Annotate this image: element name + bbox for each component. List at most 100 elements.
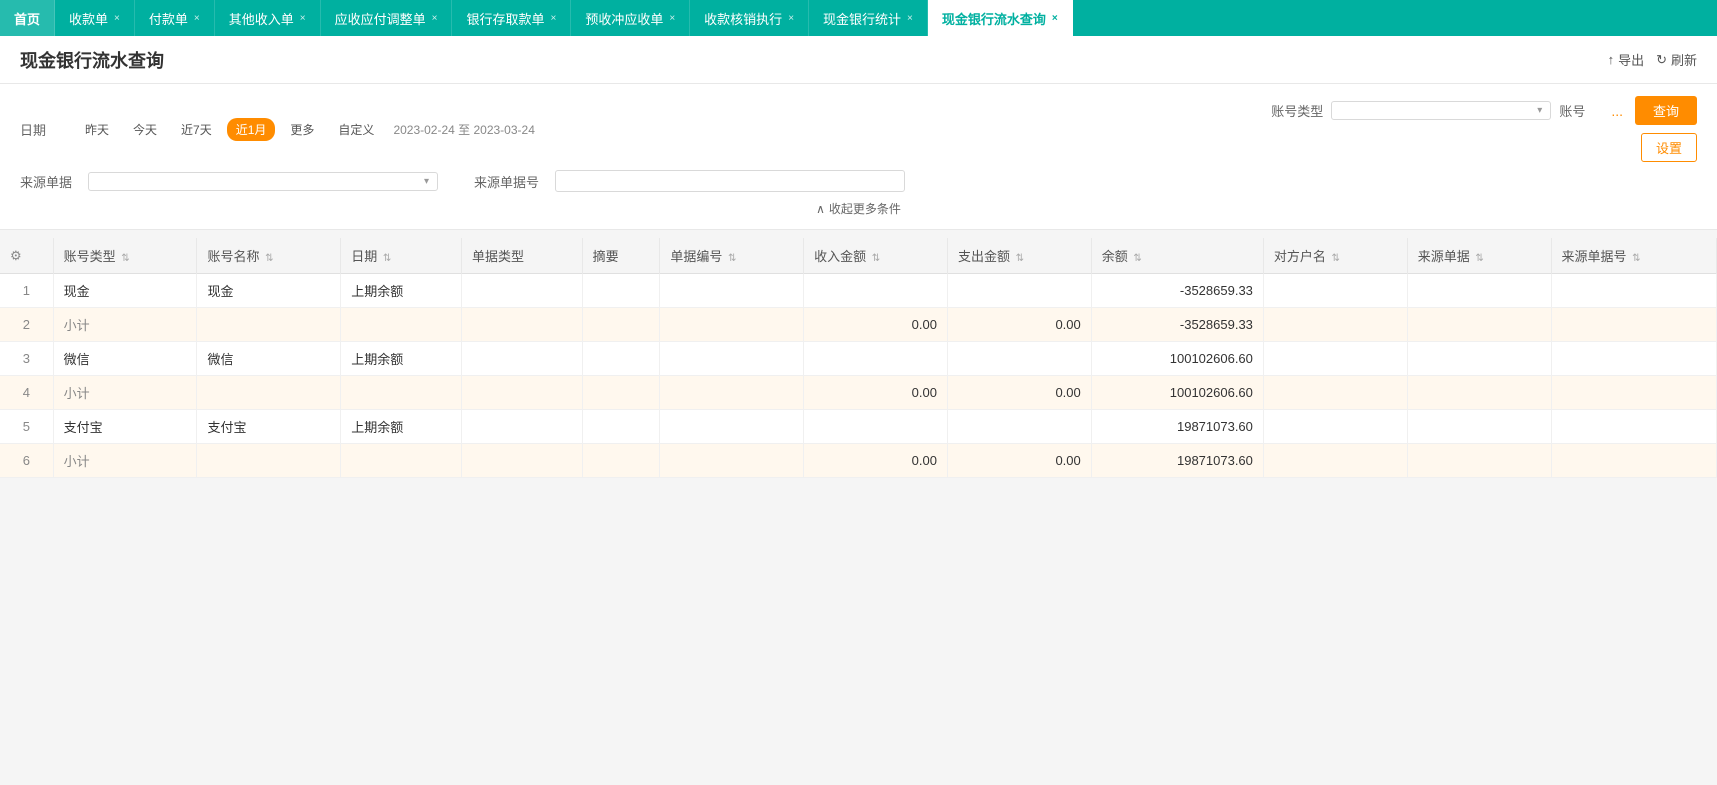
nav-close-prepay[interactable]: ×	[669, 13, 675, 24]
account-label: 账号	[1559, 101, 1599, 120]
nav-item-stats[interactable]: 现金银行统计 ×	[809, 0, 928, 36]
cell-balance: 100102606.60	[1091, 376, 1263, 410]
date-btn-yesterday[interactable]: 昨天	[76, 118, 118, 141]
nav-close-payment[interactable]: ×	[194, 13, 200, 24]
cell-doc_no	[660, 342, 804, 376]
cell-source_doc_no	[1551, 410, 1716, 444]
nav-item-verify[interactable]: 收款核销执行 ×	[690, 0, 809, 36]
source-doc-select[interactable]: ▾	[88, 172, 438, 191]
date-btn-7days[interactable]: 近7天	[172, 118, 221, 141]
table-row: 6小计0.000.0019871073.60	[0, 444, 1717, 478]
cell-account_name	[197, 308, 341, 342]
cell-row_num: 5	[0, 410, 53, 444]
th-source-doc[interactable]: 来源单据 ⇅	[1407, 238, 1551, 274]
th-balance[interactable]: 余额 ⇅	[1091, 238, 1263, 274]
cell-balance: 100102606.60	[1091, 342, 1263, 376]
account-ellipsis-button[interactable]: ...	[1607, 103, 1627, 119]
th-account-name[interactable]: 账号名称 ⇅	[197, 238, 341, 274]
filter-row-source: 来源单据 ▾ 来源单据号	[20, 170, 1697, 192]
cell-expense: 0.00	[947, 308, 1091, 342]
nav-item-other-income[interactable]: 其他收入单 ×	[215, 0, 321, 36]
date-range-display: 2023-02-24 至 2023-03-24	[393, 121, 534, 138]
cell-account_type: 小计	[53, 308, 197, 342]
cell-source_doc	[1407, 274, 1551, 308]
th-doc-no[interactable]: 单据编号 ⇅	[660, 238, 804, 274]
cell-account_name: 微信	[197, 342, 341, 376]
cell-expense: 0.00	[947, 376, 1091, 410]
source-doc-no-label: 来源单据号	[474, 172, 539, 191]
nav-close-bank-deposit[interactable]: ×	[550, 13, 556, 24]
nav-close-stats[interactable]: ×	[907, 13, 913, 24]
nav-home[interactable]: 首页	[0, 0, 55, 36]
cell-summary	[582, 444, 660, 478]
source-doc-no-input[interactable]	[555, 170, 905, 192]
page-header: 现金银行流水查询 ↑ 导出 ↻ 刷新	[0, 36, 1717, 84]
query-button[interactable]: 查询	[1635, 96, 1697, 125]
cell-income: 0.00	[804, 444, 948, 478]
th-source-doc-no[interactable]: 来源单据号 ⇅	[1551, 238, 1716, 274]
th-expense[interactable]: 支出金额 ⇅	[947, 238, 1091, 274]
th-summary[interactable]: 摘要	[582, 238, 660, 274]
export-icon: ↑	[1608, 52, 1615, 67]
date-btn-custom[interactable]: 自定义	[329, 118, 383, 141]
cell-source_doc	[1407, 308, 1551, 342]
cell-doc_no	[660, 410, 804, 444]
cell-doc_type	[461, 274, 582, 308]
account-type-select[interactable]: ▾	[1331, 101, 1551, 120]
cell-expense	[947, 274, 1091, 308]
cell-source_doc_no	[1551, 308, 1716, 342]
cell-summary	[582, 410, 660, 444]
table-header-row: ⚙ 账号类型 ⇅ 账号名称 ⇅ 日期 ⇅ 单据类型 摘要 单据编号 ⇅ 收入金额…	[0, 238, 1717, 274]
cell-account_type: 支付宝	[53, 410, 197, 444]
cell-row_num: 3	[0, 342, 53, 376]
nav-item-receipt[interactable]: 收款单 ×	[55, 0, 135, 36]
th-income[interactable]: 收入金额 ⇅	[804, 238, 948, 274]
filter-row-date: 日期 昨天 今天 近7天 近1月 更多 自定义 2023-02-24 至 202…	[20, 96, 1697, 162]
cell-row_num: 6	[0, 444, 53, 478]
cell-source_doc_no	[1551, 274, 1716, 308]
settings-button[interactable]: 设置	[1641, 133, 1697, 162]
th-date[interactable]: 日期 ⇅	[341, 238, 462, 274]
cell-row_num: 2	[0, 308, 53, 342]
cell-counterparty	[1263, 308, 1407, 342]
nav-item-bank-deposit[interactable]: 银行存取款单 ×	[452, 0, 571, 36]
cell-expense	[947, 410, 1091, 444]
date-btn-more[interactable]: 更多	[281, 118, 323, 141]
cell-balance: 19871073.60	[1091, 410, 1263, 444]
date-filter-label: 日期	[20, 120, 60, 139]
cell-source_doc_no	[1551, 342, 1716, 376]
cell-account_type: 现金	[53, 274, 197, 308]
collapse-bar[interactable]: ∧ 收起更多条件	[20, 200, 1697, 217]
nav-item-adjustment[interactable]: 应收应付调整单 ×	[321, 0, 453, 36]
table-row: 5支付宝支付宝上期余额19871073.60	[0, 410, 1717, 444]
cell-account_name: 现金	[197, 274, 341, 308]
table-row: 4小计0.000.00100102606.60	[0, 376, 1717, 410]
date-btn-1month[interactable]: 近1月	[227, 118, 276, 141]
th-counterparty[interactable]: 对方户名 ⇅	[1263, 238, 1407, 274]
th-account-type[interactable]: 账号类型 ⇅	[53, 238, 197, 274]
export-button[interactable]: ↑ 导出	[1608, 50, 1645, 69]
nav-close-adjustment[interactable]: ×	[432, 13, 438, 24]
th-settings[interactable]: ⚙	[0, 238, 53, 274]
cell-summary	[582, 376, 660, 410]
nav-close-verify[interactable]: ×	[788, 13, 794, 24]
nav-item-payment[interactable]: 付款单 ×	[135, 0, 215, 36]
date-btn-today[interactable]: 今天	[124, 118, 166, 141]
cell-counterparty	[1263, 274, 1407, 308]
top-navigation: 首页 收款单 × 付款单 × 其他收入单 × 应收应付调整单 × 银行存取款单 …	[0, 0, 1717, 36]
nav-close-receipt[interactable]: ×	[114, 13, 120, 24]
account-type-chevron-icon: ▾	[1537, 105, 1542, 116]
cell-balance: 19871073.60	[1091, 444, 1263, 478]
cell-expense: 0.00	[947, 444, 1091, 478]
source-doc-label: 来源单据	[20, 172, 72, 191]
cell-source_doc_no	[1551, 376, 1716, 410]
cell-source_doc	[1407, 444, 1551, 478]
page-title: 现金银行流水查询	[20, 47, 164, 73]
nav-close-other-income[interactable]: ×	[300, 13, 306, 24]
cashflow-table: ⚙ 账号类型 ⇅ 账号名称 ⇅ 日期 ⇅ 单据类型 摘要 单据编号 ⇅ 收入金额…	[0, 238, 1717, 478]
nav-close-cashflow[interactable]: ×	[1052, 13, 1058, 24]
nav-item-prepay[interactable]: 预收冲应收单 ×	[571, 0, 690, 36]
nav-item-cashflow[interactable]: 现金银行流水查询 ×	[928, 0, 1073, 36]
th-doc-type[interactable]: 单据类型	[461, 238, 582, 274]
refresh-button[interactable]: ↻ 刷新	[1656, 50, 1697, 69]
